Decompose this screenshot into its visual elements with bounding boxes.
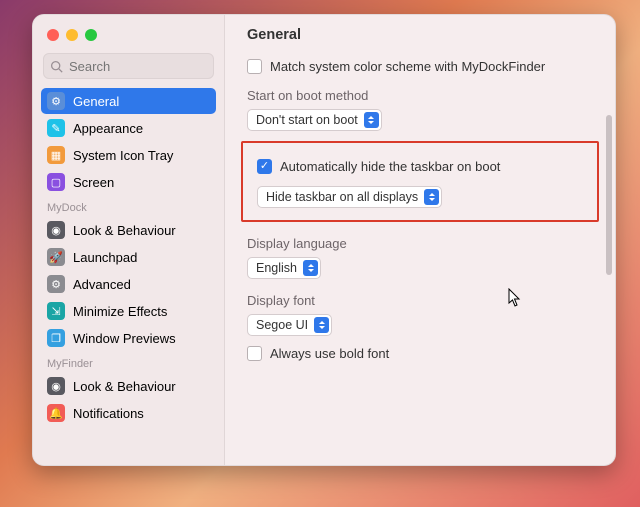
eye-icon: ◉ [47, 377, 65, 395]
font-select[interactable]: Segoe UI [247, 314, 332, 336]
match-scheme-checkbox[interactable] [247, 59, 262, 74]
preferences-window: ⚙ General ✎ Appearance ▦ System Icon Tra… [32, 14, 616, 466]
sidebar-item-window-previews[interactable]: ❐ Window Previews [41, 325, 216, 351]
sidebar-item-notifications[interactable]: 🔔 Notifications [41, 400, 216, 426]
chevron-updown-icon [314, 317, 329, 333]
sidebar-item-minimize-effects[interactable]: ⇲ Minimize Effects [41, 298, 216, 324]
search-input[interactable] [67, 58, 207, 75]
sidebar-group-myfinder: MyFinder [33, 352, 224, 372]
sidebar-item-look-behaviour[interactable]: ◉ Look & Behaviour [41, 217, 216, 243]
sidebar-item-label: Launchpad [73, 250, 137, 265]
sidebar-item-label: Appearance [73, 121, 143, 136]
match-scheme-row[interactable]: Match system color scheme with MyDockFin… [247, 59, 595, 74]
sidebar-item-system-icon-tray[interactable]: ▦ System Icon Tray [41, 142, 216, 168]
sidebar-item-label: System Icon Tray [73, 148, 173, 163]
sidebar-item-label: Window Previews [73, 331, 176, 346]
sidebar-item-screen[interactable]: ▢ Screen [41, 169, 216, 195]
font-label: Display font [247, 293, 595, 308]
sidebar-item-label: Advanced [73, 277, 131, 292]
sidebar-group-mydock: MyDock [33, 196, 224, 216]
rocket-icon: 🚀 [47, 248, 65, 266]
boot-method-label: Start on boot method [247, 88, 595, 103]
sidebar-item-label: Screen [73, 175, 114, 190]
sidebar-item-label: General [73, 94, 119, 109]
bold-row[interactable]: Always use bold font [247, 346, 595, 361]
sidebar-item-general[interactable]: ⚙ General [41, 88, 216, 114]
auto-hide-checkbox[interactable] [257, 159, 272, 174]
sidebar: ⚙ General ✎ Appearance ▦ System Icon Tra… [33, 15, 225, 465]
sidebar-item-label: Notifications [73, 406, 144, 421]
boot-method-select[interactable]: Don't start on boot [247, 109, 382, 131]
lang-select[interactable]: English [247, 257, 321, 279]
windows-icon: ❐ [47, 329, 65, 347]
screen-icon: ▢ [47, 173, 65, 191]
minimize-icon: ⇲ [47, 302, 65, 320]
chevron-updown-icon [364, 112, 379, 128]
close-button[interactable] [47, 29, 59, 41]
zoom-button[interactable] [85, 29, 97, 41]
window-controls [33, 25, 224, 51]
auto-hide-row[interactable]: Automatically hide the taskbar on boot [257, 159, 583, 174]
sidebar-item-finder-look[interactable]: ◉ Look & Behaviour [41, 373, 216, 399]
chevron-updown-icon [424, 189, 439, 205]
bold-checkbox[interactable] [247, 346, 262, 361]
lang-value: English [256, 261, 297, 275]
bold-label: Always use bold font [270, 346, 389, 361]
search-icon [50, 60, 63, 73]
sidebar-list: ⚙ General ✎ Appearance ▦ System Icon Tra… [33, 87, 224, 465]
bell-icon: 🔔 [47, 404, 65, 422]
gear-icon: ⚙ [47, 275, 65, 293]
page-title: General [247, 27, 595, 43]
sidebar-item-appearance[interactable]: ✎ Appearance [41, 115, 216, 141]
search-field[interactable] [43, 53, 214, 79]
font-value: Segoe UI [256, 318, 308, 332]
match-scheme-label: Match system color scheme with MyDockFin… [270, 59, 545, 74]
hide-taskbar-select[interactable]: Hide taskbar on all displays [257, 186, 442, 208]
sidebar-item-label: Minimize Effects [73, 304, 167, 319]
grid-icon: ▦ [47, 146, 65, 164]
chevron-updown-icon [303, 260, 318, 276]
scrollbar[interactable] [606, 115, 612, 275]
auto-hide-label: Automatically hide the taskbar on boot [280, 159, 500, 174]
eye-icon: ◉ [47, 221, 65, 239]
brush-icon: ✎ [47, 119, 65, 137]
hide-taskbar-value: Hide taskbar on all displays [266, 190, 418, 204]
highlight-box: Automatically hide the taskbar on boot H… [241, 141, 599, 222]
content-pane: General Match system color scheme with M… [225, 15, 615, 465]
minimize-button[interactable] [66, 29, 78, 41]
sidebar-item-label: Look & Behaviour [73, 223, 176, 238]
boot-method-value: Don't start on boot [256, 113, 358, 127]
sidebar-item-label: Look & Behaviour [73, 379, 176, 394]
gear-icon: ⚙ [47, 92, 65, 110]
lang-label: Display language [247, 236, 595, 251]
sidebar-item-launchpad[interactable]: 🚀 Launchpad [41, 244, 216, 270]
sidebar-item-advanced[interactable]: ⚙ Advanced [41, 271, 216, 297]
